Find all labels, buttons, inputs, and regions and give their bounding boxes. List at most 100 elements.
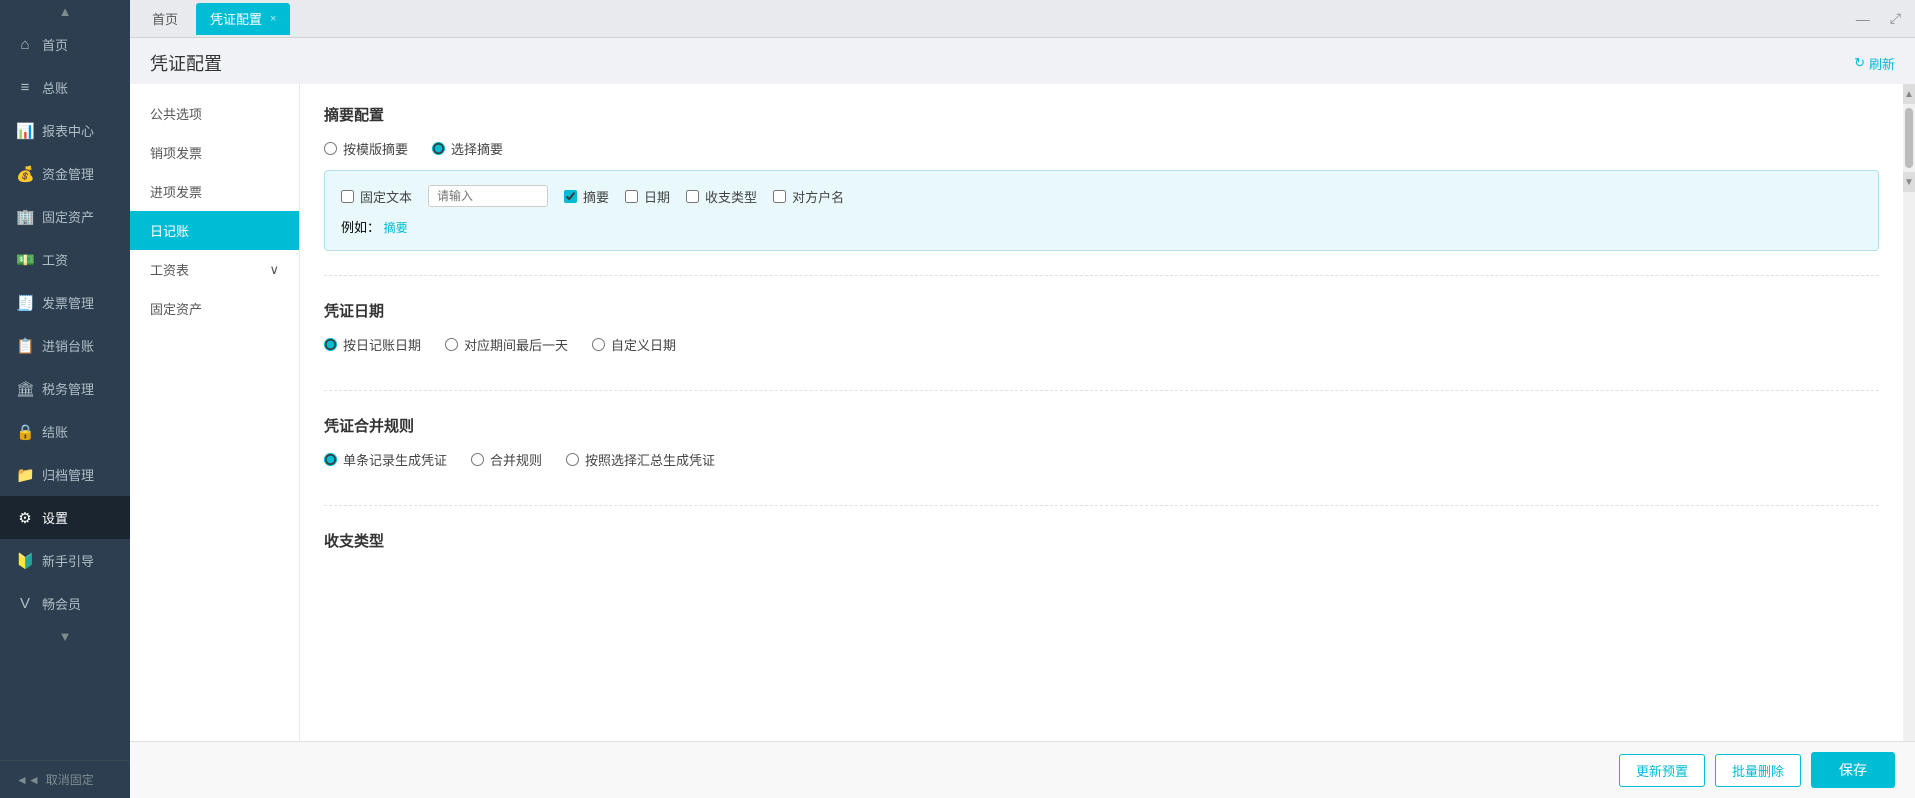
- merge-rules-option[interactable]: 合并规则: [471, 450, 542, 469]
- income-type-checkbox-option[interactable]: 收支类型: [686, 187, 757, 206]
- single-record-option[interactable]: 单条记录生成凭证: [324, 450, 447, 469]
- ledger-icon: ≡: [16, 79, 34, 96]
- fixed-text-option[interactable]: 固定文本: [341, 187, 412, 206]
- batch-delete-button[interactable]: 批量删除: [1715, 754, 1801, 787]
- journal-date-option[interactable]: 按日记账日期: [324, 335, 421, 354]
- tab-home[interactable]: 首页: [138, 3, 192, 35]
- sidebar-item-funds[interactable]: 💰 资金管理: [0, 152, 130, 195]
- home-icon: ⌂: [16, 36, 34, 53]
- select-summary-radio[interactable]: [432, 142, 445, 155]
- income-type-checkbox[interactable]: [686, 190, 699, 203]
- scroll-up-button[interactable]: ▲: [1903, 84, 1915, 104]
- sidebar-item-home[interactable]: ⌂ 首页: [0, 23, 130, 66]
- single-record-radio[interactable]: [324, 453, 337, 466]
- sidebar-item-settings[interactable]: ⚙ 设置: [0, 496, 130, 539]
- left-nav: 公共选项 销项发票 进项发票 日记账 工资表 ∨ 固定资产: [130, 84, 300, 741]
- custom-date-radio[interactable]: [592, 338, 605, 351]
- voucher-date-title: 凭证日期: [324, 300, 1879, 321]
- sidebar-scroll-down[interactable]: ▼: [0, 625, 130, 648]
- guide-icon: 🔰: [16, 552, 34, 570]
- sidebar-item-sales-ledger[interactable]: 📋 进销台账: [0, 324, 130, 367]
- summary-generate-option[interactable]: 按照选择汇总生成凭证: [566, 450, 715, 469]
- tab-bar-actions: — ⤢: [1850, 8, 1907, 29]
- sidebar-scroll-up[interactable]: ▲: [0, 0, 130, 23]
- sidebar-item-assets[interactable]: 🏢 固定资产: [0, 195, 130, 238]
- summary-section-title: 摘要配置: [324, 104, 1879, 125]
- archive-icon: 📁: [16, 466, 34, 484]
- tab-bar: 首页 凭证配置 × — ⤢: [130, 0, 1915, 38]
- close-account-icon: 🔒: [16, 423, 34, 441]
- summary-options-row: 固定文本 摘要 日期 收支类型: [341, 185, 1862, 207]
- content-layout: 公共选项 销项发票 进项发票 日记账 工资表 ∨ 固定资产 摘要配置: [130, 84, 1915, 741]
- refresh-button[interactable]: ↻ 刷新: [1854, 54, 1895, 73]
- summary-section: 摘要配置 按模版摘要 选择摘要 固定文本: [324, 104, 1879, 276]
- sidebar-item-ledger[interactable]: ≡ 总账: [0, 66, 130, 109]
- left-nav-purchase-invoice[interactable]: 进项发票: [130, 172, 299, 211]
- sidebar-item-vip[interactable]: V 畅会员: [0, 582, 130, 625]
- counterparty-checkbox[interactable]: [773, 190, 786, 203]
- sidebar-item-salary[interactable]: 💵 工资: [0, 238, 130, 281]
- summary-checkbox-option[interactable]: 摘要: [564, 187, 609, 206]
- invoice-mgmt-icon: 🧾: [16, 294, 34, 312]
- tab-close-icon[interactable]: ×: [270, 13, 276, 25]
- window-minimize-button[interactable]: —: [1850, 9, 1876, 29]
- sidebar: ▲ ⌂ 首页 ≡ 总账 📊 报表中心 💰 资金管理 🏢 固定资产 💵 工资 🧾 …: [0, 0, 130, 798]
- salary-icon: 💵: [16, 251, 34, 269]
- merge-rules-section: 凭证合并规则 单条记录生成凭证 合并规则 按照选择汇总生成凭证: [324, 415, 1879, 506]
- save-button[interactable]: 保存: [1811, 752, 1895, 788]
- sidebar-item-guide[interactable]: 🔰 新手引导: [0, 539, 130, 582]
- page-header: 凭证配置 ↻ 刷新: [130, 38, 1915, 84]
- left-nav-sales-invoice[interactable]: 销项发票: [130, 133, 299, 172]
- left-nav-journal[interactable]: 日记账: [130, 211, 299, 250]
- voucher-date-section: 凭证日期 按日记账日期 对应期间最后一天 自定义日期: [324, 300, 1879, 391]
- select-summary-option[interactable]: 选择摘要: [432, 139, 503, 158]
- left-nav-fixed-assets[interactable]: 固定资产: [130, 289, 299, 328]
- custom-date-option[interactable]: 自定义日期: [592, 335, 676, 354]
- merge-rules-radio[interactable]: [471, 453, 484, 466]
- scroll-down-button[interactable]: ▼: [1903, 172, 1915, 192]
- example-row: 例如： 摘要: [341, 217, 1862, 236]
- reports-icon: 📊: [16, 122, 34, 140]
- merge-rules-title: 凭证合并规则: [324, 415, 1879, 436]
- voucher-date-radio-row: 按日记账日期 对应期间最后一天 自定义日期: [324, 335, 1879, 354]
- template-summary-radio[interactable]: [324, 142, 337, 155]
- chevron-down-icon: ∨: [269, 262, 279, 278]
- example-value: 摘要: [384, 221, 408, 235]
- window-restore-button[interactable]: ⤢: [1884, 8, 1907, 29]
- sidebar-item-close[interactable]: 🔒 结账: [0, 410, 130, 453]
- sidebar-unpin-button[interactable]: ◄◄ 取消固定: [0, 760, 130, 798]
- settings-icon: ⚙: [16, 509, 34, 527]
- sidebar-item-archive[interactable]: 📁 归档管理: [0, 453, 130, 496]
- counterparty-checkbox-option[interactable]: 对方户名: [773, 187, 844, 206]
- income-type-title: 收支类型: [324, 530, 1879, 551]
- fixed-text-checkbox[interactable]: [341, 190, 354, 203]
- scroll-thumb[interactable]: [1905, 108, 1913, 168]
- last-day-option[interactable]: 对应期间最后一天: [445, 335, 568, 354]
- sales-ledger-icon: 📋: [16, 337, 34, 355]
- pin-icon: ◄◄: [16, 773, 40, 787]
- left-nav-public-options[interactable]: 公共选项: [130, 94, 299, 133]
- last-day-radio[interactable]: [445, 338, 458, 351]
- refresh-icon: ↻: [1854, 55, 1865, 71]
- vip-icon: V: [16, 595, 34, 612]
- sidebar-item-reports[interactable]: 📊 报表中心: [0, 109, 130, 152]
- date-checkbox[interactable]: [625, 190, 638, 203]
- sidebar-item-invoice-mgmt[interactable]: 🧾 发票管理: [0, 281, 130, 324]
- left-nav-payroll[interactable]: 工资表 ∨: [130, 250, 299, 289]
- update-preview-button[interactable]: 更新预置: [1619, 754, 1705, 787]
- template-summary-option[interactable]: 按模版摘要: [324, 139, 408, 158]
- main-area: 首页 凭证配置 × — ⤢ 凭证配置 ↻ 刷新 公共选项 销项发票 进: [130, 0, 1915, 798]
- journal-date-radio[interactable]: [324, 338, 337, 351]
- merge-rules-radio-row: 单条记录生成凭证 合并规则 按照选择汇总生成凭证: [324, 450, 1879, 469]
- date-checkbox-option[interactable]: 日期: [625, 187, 670, 206]
- funds-icon: 💰: [16, 165, 34, 183]
- sidebar-item-tax[interactable]: 🏛 税务管理: [0, 367, 130, 410]
- tab-voucher-config[interactable]: 凭证配置 ×: [196, 3, 290, 35]
- income-type-section: 收支类型: [324, 530, 1879, 589]
- example-label: 例如：: [341, 220, 380, 235]
- summary-config-box: 固定文本 摘要 日期 收支类型: [324, 170, 1879, 251]
- fixed-text-input[interactable]: [428, 185, 548, 207]
- tax-icon: 🏛: [16, 380, 34, 398]
- summary-checkbox[interactable]: [564, 190, 577, 203]
- summary-generate-radio[interactable]: [566, 453, 579, 466]
